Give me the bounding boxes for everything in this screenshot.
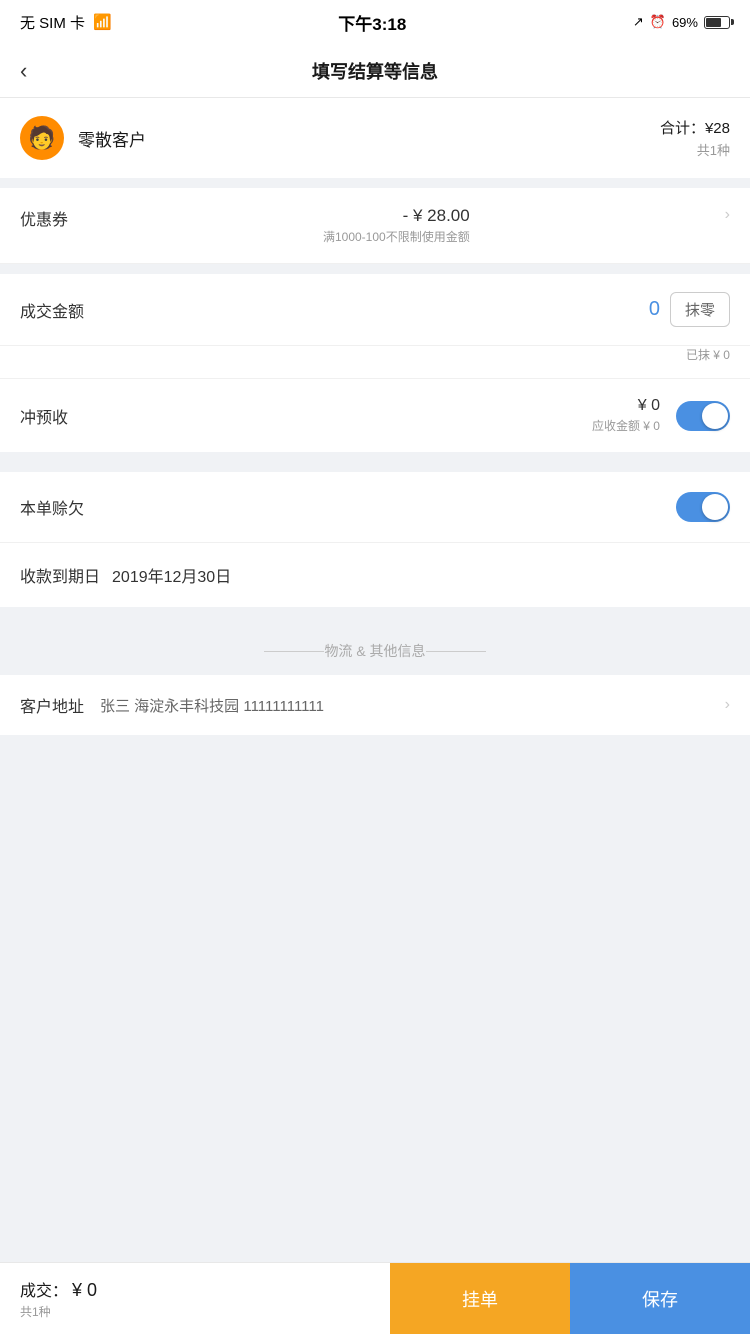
deal-section: 成交金额 0 抹零 已抹 ¥ 0 冲预收 ¥ 0 应收金额 ¥ 0 <box>0 274 750 452</box>
prepayment-row: 冲预收 ¥ 0 应收金额 ¥ 0 <box>0 379 750 452</box>
pending-button[interactable]: 挂单 <box>390 1263 570 1334</box>
customer-summary: 合计：¥28 共1种 <box>660 117 730 159</box>
wifi-icon: 📶 <box>93 13 112 31</box>
bottom-spacer <box>0 735 750 855</box>
customer-left: 🧑 零散客户 <box>20 116 146 160</box>
customer-name: 零散客户 <box>78 126 146 151</box>
credit-section: 本单赊欠 收款到期日 2019年12月30日 <box>0 472 750 607</box>
credit-toggle[interactable] <box>676 492 730 522</box>
credit-label: 本单赊欠 <box>20 495 84 519</box>
status-left: 无 SIM 卡 📶 <box>20 12 112 33</box>
nav-bar: ‹ 填写结算等信息 <box>0 44 750 98</box>
prepayment-toggle[interactable] <box>676 401 730 431</box>
prepayment-value: ¥ 0 <box>592 397 660 415</box>
battery-percent: 69% <box>672 15 698 30</box>
coupon-subtext: 满1000-100不限制使用金额 <box>323 228 470 245</box>
status-time: 下午3:18 <box>338 10 406 35</box>
footer-info: 成交： ¥ 0 共1种 <box>0 1263 390 1334</box>
deal-right: 0 抹零 <box>630 292 730 327</box>
logistics-title: 物流 & 其他信息 <box>304 641 445 661</box>
due-date-value: 2019年12月30日 <box>112 563 231 587</box>
customer-avatar: 🧑 <box>20 116 64 160</box>
toggle-knob <box>702 403 728 429</box>
address-chevron-icon: › <box>725 696 730 714</box>
round-zero-button[interactable]: 抹零 <box>670 292 730 327</box>
address-label: 客户地址 <box>20 693 84 717</box>
battery-icon <box>704 16 730 29</box>
address-row[interactable]: 客户地址 张三 海淀永丰科技园 11111111111 › <box>0 675 750 735</box>
due-date-label: 收款到期日 <box>20 563 100 587</box>
save-button[interactable]: 保存 <box>570 1263 750 1334</box>
status-right: ↗ ⏰ 69% <box>633 14 730 30</box>
carrier-label: 无 SIM 卡 <box>20 12 85 33</box>
page-title: 填写结算等信息 <box>312 58 438 84</box>
footer: 成交： ¥ 0 共1种 挂单 保存 <box>0 1262 750 1334</box>
back-button[interactable]: ‹ <box>20 54 35 88</box>
logistics-header: 物流 & 其他信息 <box>0 627 750 675</box>
customer-row: 🧑 零散客户 合计：¥28 共1种 <box>0 98 750 178</box>
location-icon: ↗ <box>633 14 644 30</box>
main-content: 🧑 零散客户 合计：¥28 共1种 优惠券 - ¥ 28.00 满1000-10… <box>0 98 750 855</box>
total-amount: 合计：¥28 <box>660 117 730 138</box>
footer-deal-amount: ¥ 0 <box>72 1280 97 1301</box>
deal-amount-value: 0 <box>630 298 660 321</box>
deal-amount-row: 成交金额 0 抹零 <box>0 274 750 346</box>
alarm-icon: ⏰ <box>650 14 666 30</box>
prepayment-subtext: 应收金额 ¥ 0 <box>592 417 660 434</box>
total-count: 共1种 <box>660 140 730 159</box>
coupon-section: 优惠券 - ¥ 28.00 满1000-100不限制使用金额 › <box>0 188 750 264</box>
deal-subtext: 已抹 ¥ 0 <box>686 348 730 362</box>
due-date-row: 收款到期日 2019年12月30日 <box>0 542 750 607</box>
status-bar: 无 SIM 卡 📶 下午3:18 ↗ ⏰ 69% <box>0 0 750 44</box>
credit-toggle-knob <box>702 494 728 520</box>
divider-1 <box>0 264 750 274</box>
coupon-chevron-icon: › <box>725 206 730 224</box>
footer-deal-label: 成交： <box>20 1277 68 1301</box>
credit-row: 本单赊欠 <box>0 472 750 542</box>
coupon-row[interactable]: 优惠券 - ¥ 28.00 满1000-100不限制使用金额 › <box>0 188 750 264</box>
divider-3 <box>0 617 750 627</box>
divider-2 <box>0 462 750 472</box>
coupon-discount: - ¥ 28.00 <box>323 206 470 226</box>
prepayment-label: 冲预收 <box>20 404 68 428</box>
deal-label: 成交金额 <box>20 298 84 322</box>
coupon-label: 优惠券 <box>20 206 68 230</box>
address-value: 张三 海淀永丰科技园 11111111111 <box>100 695 709 716</box>
avatar-icon: 🧑 <box>28 125 55 151</box>
footer-count: 共1种 <box>20 1303 370 1320</box>
